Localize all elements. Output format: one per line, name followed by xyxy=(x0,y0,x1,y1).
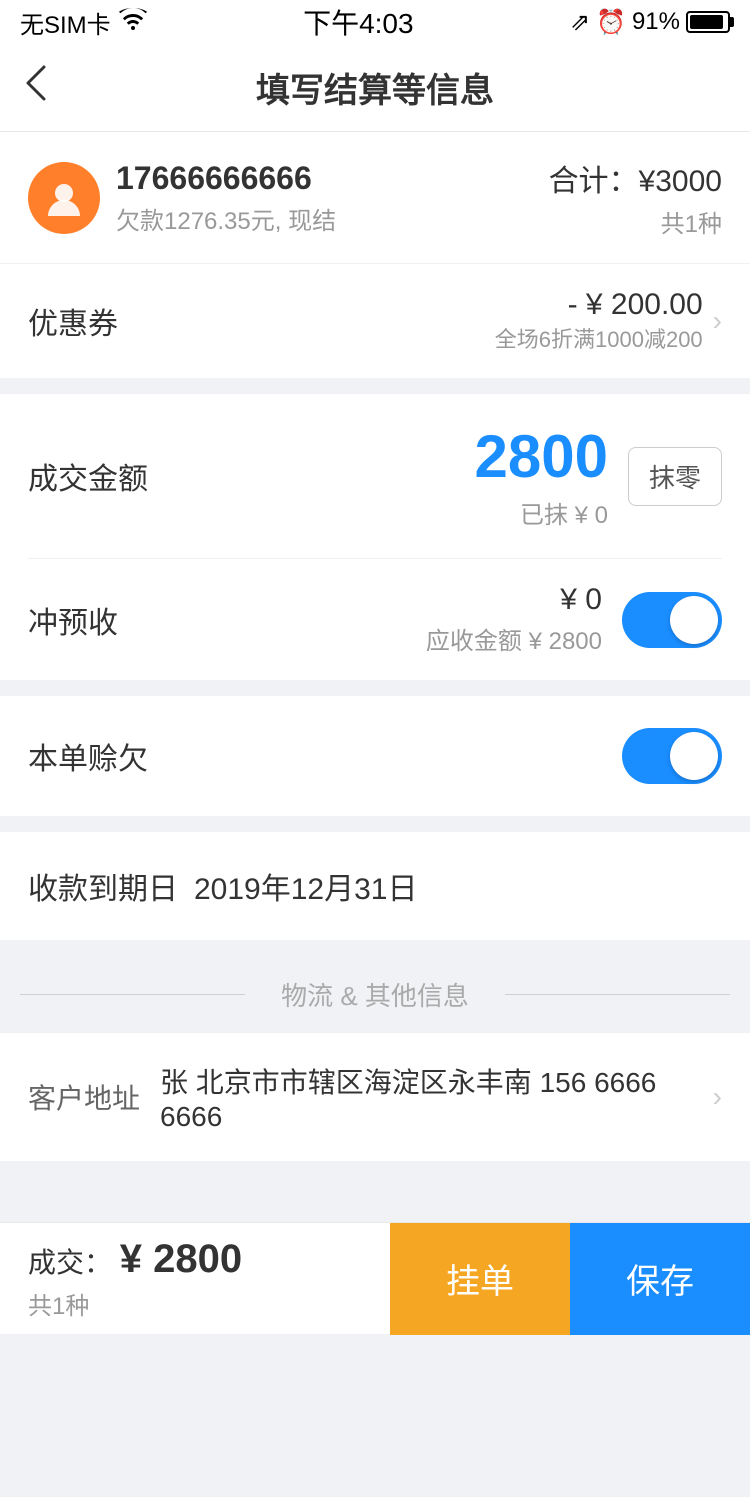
due-date-row: 收款到期日 2019年12月31日 xyxy=(28,832,722,940)
avatar xyxy=(28,162,100,234)
round-button[interactable]: 抹零 xyxy=(628,447,722,506)
debt-toggle[interactable] xyxy=(622,728,722,784)
amount-value: 2800 xyxy=(475,422,608,491)
debt-toggle-knob xyxy=(670,732,718,780)
bottom-count: 共1种 xyxy=(28,1286,362,1321)
coupon-right: - ¥ 200.00 全场6折满1000减200 › xyxy=(495,288,722,354)
nav-bar: 填写结算等信息 xyxy=(0,44,750,132)
back-button[interactable] xyxy=(24,63,48,112)
customer-info: 17666666666 欠款1276.35元, 现结 xyxy=(116,160,336,236)
battery-text: 91% xyxy=(632,8,680,36)
address-row[interactable]: 客户地址 张 北京市市辖区海淀区永丰南 156 6666 6666 › xyxy=(28,1033,722,1161)
coupon-discount: - ¥ 200.00 xyxy=(495,288,703,322)
prepay-amount: ¥ 0 xyxy=(426,583,602,617)
address-section: 客户地址 张 北京市市辖区海淀区永丰南 156 6666 6666 › xyxy=(0,1033,750,1161)
due-date-value: 2019年12月31日 xyxy=(194,864,417,908)
hold-button[interactable]: 挂单 xyxy=(390,1223,570,1335)
status-bar: 无SIM卡 下午4:03 ⇗ ⏰ 91% xyxy=(0,0,750,44)
prepay-toggle[interactable] xyxy=(622,592,722,648)
prepay-right: ¥ 0 应收金额 ¥ 2800 xyxy=(426,583,722,656)
prepay-row: 冲预收 ¥ 0 应收金额 ¥ 2800 xyxy=(28,558,722,680)
amount-right: 2800 已抹 ¥ 0 抹零 xyxy=(475,422,723,530)
page-title: 填写结算等信息 xyxy=(256,63,494,112)
toggle-knob xyxy=(670,596,718,644)
status-bar-left: 无SIM卡 xyxy=(20,5,147,40)
carrier-text: 无SIM卡 xyxy=(20,5,111,40)
customer-right: 合计：¥3000 共1种 xyxy=(549,156,722,239)
logistics-line-right xyxy=(505,994,730,995)
debt-section: 本单赊欠 xyxy=(0,696,750,816)
total-amount: 合计：¥3000 xyxy=(549,156,722,200)
amount-sub: 已抹 ¥ 0 xyxy=(475,495,608,530)
amount-row: 成交金额 2800 已抹 ¥ 0 抹零 xyxy=(28,394,722,558)
address-value: 张 北京市市辖区海淀区永丰南 156 6666 6666 xyxy=(160,1061,693,1133)
customer-left: 17666666666 欠款1276.35元, 现结 xyxy=(28,160,336,236)
logistics-label: 物流 & 其他信息 xyxy=(281,976,469,1013)
prepay-values: ¥ 0 应收金额 ¥ 2800 xyxy=(426,583,602,656)
status-bar-time: 下午4:03 xyxy=(303,2,414,42)
due-date-section: 收款到期日 2019年12月31日 xyxy=(0,832,750,940)
alarm-icon: ⏰ xyxy=(596,8,626,37)
address-label: 客户地址 xyxy=(28,1077,140,1117)
logistics-divider: 物流 & 其他信息 xyxy=(0,956,750,1033)
bottom-deal-row: 成交： ¥ 2800 xyxy=(28,1237,362,1282)
wifi-icon xyxy=(119,8,147,37)
customer-row: 17666666666 欠款1276.35元, 现结 合计：¥3000 共1种 xyxy=(0,132,750,263)
due-date-label: 收款到期日 xyxy=(28,864,178,908)
bottom-amount: ¥ 2800 xyxy=(120,1237,242,1281)
debt-label: 本单赊欠 xyxy=(28,734,148,778)
status-bar-right: ⇗ ⏰ 91% xyxy=(570,8,730,37)
customer-debt: 欠款1276.35元, 现结 xyxy=(116,201,336,236)
coupon-label: 优惠券 xyxy=(28,299,118,343)
prepay-label: 冲预收 xyxy=(28,598,118,642)
customer-phone: 17666666666 xyxy=(116,160,336,197)
coupon-row[interactable]: 优惠券 - ¥ 200.00 全场6折满1000减200 › xyxy=(0,263,750,378)
bottom-bar: 成交： ¥ 2800 共1种 挂单 保存 xyxy=(0,1222,750,1334)
customer-card: 17666666666 欠款1276.35元, 现结 合计：¥3000 共1种 … xyxy=(0,132,750,378)
battery-icon xyxy=(686,11,730,33)
save-button[interactable]: 保存 xyxy=(570,1223,750,1335)
bottom-summary: 成交： ¥ 2800 共1种 xyxy=(0,1237,390,1321)
coupon-chevron-icon: › xyxy=(713,305,722,337)
prepay-receivable: 应收金额 ¥ 2800 xyxy=(426,621,602,656)
bottom-deal-label: 成交： xyxy=(28,1247,112,1278)
address-chevron-icon: › xyxy=(713,1081,722,1113)
total-count: 共1种 xyxy=(549,204,722,239)
amount-section: 成交金额 2800 已抹 ¥ 0 抹零 冲预收 ¥ 0 应收金额 ¥ 2800 xyxy=(0,394,750,680)
coupon-desc: 全场6折满1000减200 xyxy=(495,322,703,354)
logistics-line-left xyxy=(20,994,245,995)
location-icon: ⇗ xyxy=(570,8,590,37)
debt-row: 本单赊欠 xyxy=(28,696,722,816)
amount-label: 成交金额 xyxy=(28,454,148,498)
